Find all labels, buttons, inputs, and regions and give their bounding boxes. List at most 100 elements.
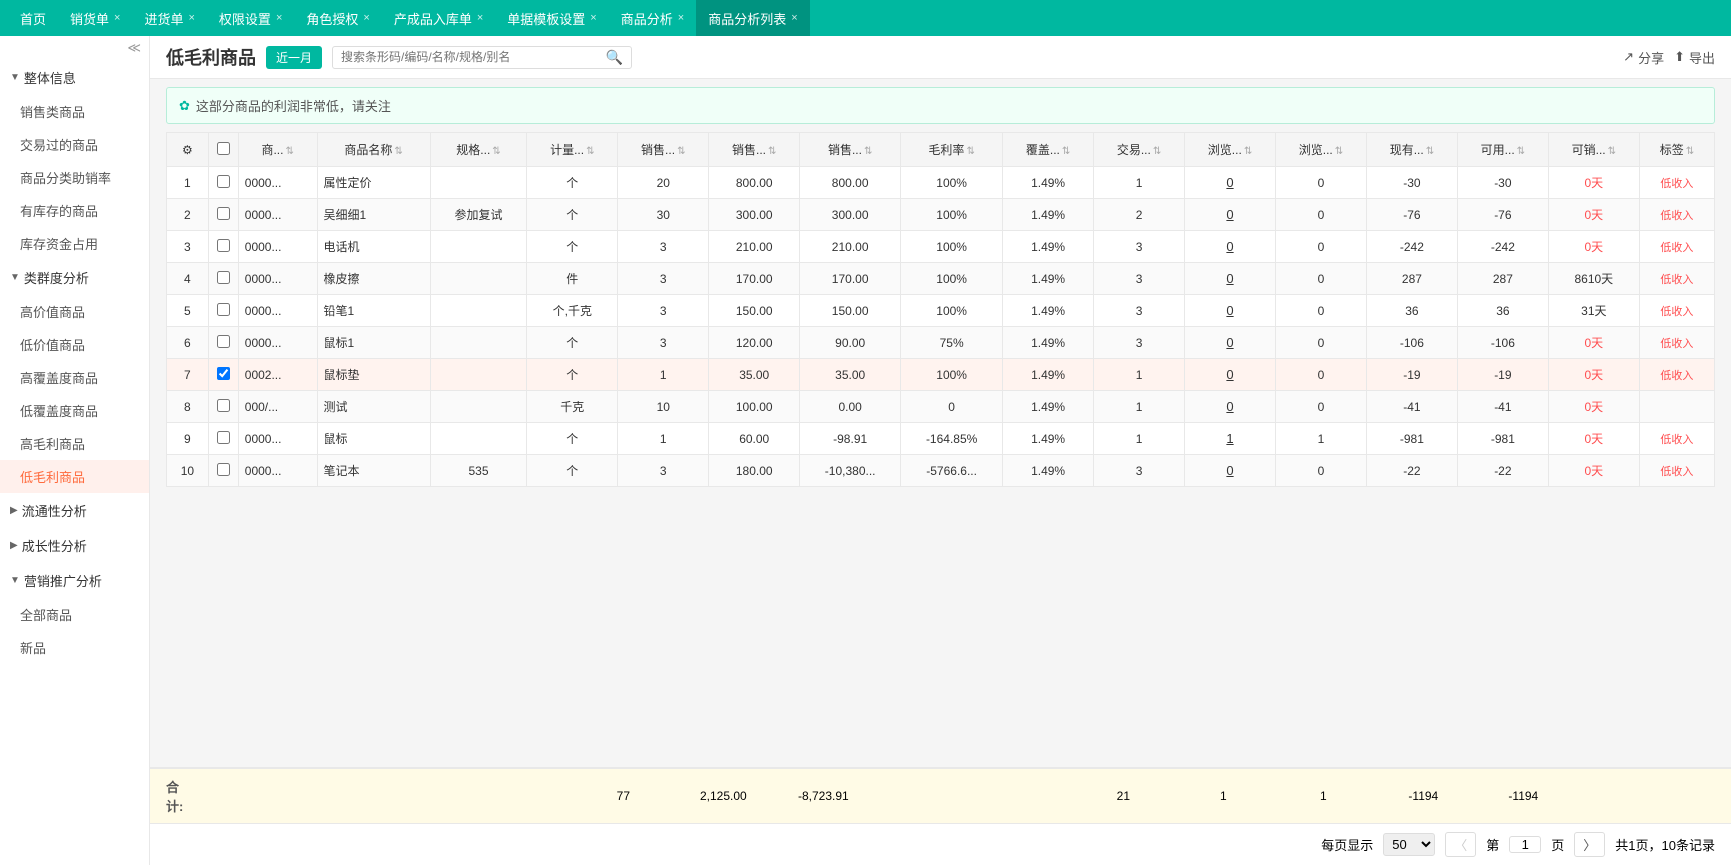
row-views1[interactable]: 0 [1185, 391, 1276, 423]
export-button[interactable]: ⬆ 导出 [1674, 48, 1715, 67]
row-checkbox[interactable] [217, 303, 230, 316]
row-checkbox-cell[interactable] [208, 295, 238, 327]
sidebar-item-high-coverage[interactable]: 高覆盖度商品 [0, 361, 149, 394]
close-icon[interactable]: × [188, 12, 194, 24]
views-link[interactable]: 0 [1226, 175, 1233, 190]
row-checkbox[interactable] [217, 271, 230, 284]
close-icon[interactable]: × [114, 12, 120, 24]
views-link[interactable]: 1 [1226, 431, 1233, 446]
sidebar-group-growth[interactable]: ▶ 成长性分析 [0, 528, 149, 563]
row-checkbox-cell[interactable] [208, 423, 238, 455]
close-icon[interactable]: × [363, 12, 369, 24]
per-page-select[interactable]: 50 100 200 [1383, 833, 1435, 856]
col-saleable[interactable]: 可销...⇅ [1548, 133, 1639, 167]
nav-item-analysis-list[interactable]: 商品分析列表 × [696, 0, 809, 36]
row-views1[interactable]: 0 [1185, 263, 1276, 295]
views-link[interactable]: 0 [1226, 335, 1233, 350]
sidebar-item-low-value[interactable]: 低价值商品 [0, 328, 149, 361]
page-number-input[interactable] [1509, 836, 1541, 853]
close-icon[interactable]: × [477, 12, 483, 24]
close-icon[interactable]: × [276, 12, 282, 24]
sidebar-item-traded[interactable]: 交易过的商品 [0, 128, 149, 161]
sidebar-item-sales-products[interactable]: 销售类商品 [0, 95, 149, 128]
nav-item-product-entry[interactable]: 产成品入库单 × [382, 0, 495, 36]
row-checkbox[interactable] [217, 175, 230, 188]
nav-item-home[interactable]: 首页 [8, 0, 58, 36]
sidebar-group-circulation[interactable]: ▶ 流通性分析 [0, 493, 149, 528]
col-checkbox[interactable] [208, 133, 238, 167]
sidebar-group-marketing[interactable]: ▼ 营销推广分析 [0, 563, 149, 598]
row-checkbox[interactable] [217, 463, 230, 476]
col-name[interactable]: 商品名称⇅ [317, 133, 430, 167]
nav-item-purchase[interactable]: 进货单 × [132, 0, 206, 36]
sidebar-group-cluster[interactable]: ▼ 类群度分析 [0, 260, 149, 295]
col-gross-margin[interactable]: 毛利率⇅ [901, 133, 1003, 167]
col-views1[interactable]: 浏览...⇅ [1185, 133, 1276, 167]
col-sales-qty[interactable]: 销售...⇅ [618, 133, 709, 167]
close-icon[interactable]: × [791, 12, 797, 24]
row-checkbox[interactable] [217, 239, 230, 252]
row-checkbox-cell[interactable] [208, 359, 238, 391]
sidebar-collapse-btn[interactable]: ≪ [0, 36, 149, 60]
prev-page-button[interactable]: 〈 [1445, 832, 1476, 857]
row-views1[interactable]: 0 [1185, 167, 1276, 199]
row-views1[interactable]: 0 [1185, 295, 1276, 327]
search-input[interactable] [341, 50, 606, 64]
views-link[interactable]: 0 [1226, 239, 1233, 254]
period-button[interactable]: 近一月 [266, 46, 322, 69]
nav-item-permission[interactable]: 权限设置 × [207, 0, 294, 36]
row-views1[interactable]: 0 [1185, 455, 1276, 487]
col-sales-price[interactable]: 销售...⇅ [709, 133, 800, 167]
row-views1[interactable]: 0 [1185, 359, 1276, 391]
sidebar-item-all-products[interactable]: 全部商品 [0, 598, 149, 631]
row-checkbox-cell[interactable] [208, 455, 238, 487]
col-views2[interactable]: 浏览...⇅ [1275, 133, 1366, 167]
views-link[interactable]: 0 [1226, 367, 1233, 382]
sidebar-item-in-stock[interactable]: 有库存的商品 [0, 194, 149, 227]
sidebar-item-high-value[interactable]: 高价值商品 [0, 295, 149, 328]
share-button[interactable]: ↗ 分享 [1623, 48, 1664, 67]
row-checkbox-cell[interactable] [208, 231, 238, 263]
sidebar-item-low-coverage[interactable]: 低覆盖度商品 [0, 394, 149, 427]
col-code[interactable]: 商...⇅ [238, 133, 317, 167]
views-link[interactable]: 0 [1226, 399, 1233, 414]
next-page-button[interactable]: 〉 [1574, 832, 1605, 857]
row-checkbox[interactable] [217, 335, 230, 348]
col-settings[interactable]: ⚙ [167, 133, 209, 167]
views-link[interactable]: 0 [1226, 271, 1233, 286]
search-icon[interactable]: 🔍 [606, 49, 623, 66]
row-checkbox-cell[interactable] [208, 327, 238, 359]
sidebar-group-overall[interactable]: ▼ 整体信息 [0, 60, 149, 95]
row-checkbox-cell[interactable] [208, 167, 238, 199]
row-checkbox[interactable] [217, 431, 230, 444]
sidebar-item-low-margin[interactable]: 低毛利商品 [0, 460, 149, 493]
views-link[interactable]: 0 [1226, 463, 1233, 478]
nav-item-template[interactable]: 单据模板设置 × [495, 0, 608, 36]
views-link[interactable]: 0 [1226, 207, 1233, 222]
row-checkbox-cell[interactable] [208, 391, 238, 423]
sidebar-item-high-margin[interactable]: 高毛利商品 [0, 427, 149, 460]
row-views1[interactable]: 0 [1185, 231, 1276, 263]
col-coverage[interactable]: 覆盖...⇅ [1003, 133, 1094, 167]
row-checkbox[interactable] [217, 207, 230, 220]
close-icon[interactable]: × [590, 12, 596, 24]
row-views1[interactable]: 1 [1185, 423, 1276, 455]
col-unit[interactable]: 计量...⇅ [527, 133, 618, 167]
row-checkbox[interactable] [217, 367, 230, 380]
sidebar-item-capital[interactable]: 库存资金占用 [0, 227, 149, 260]
col-current-stock[interactable]: 现有...⇅ [1366, 133, 1457, 167]
views-link[interactable]: 0 [1226, 303, 1233, 318]
row-views1[interactable]: 0 [1185, 327, 1276, 359]
close-icon[interactable]: × [678, 12, 684, 24]
row-checkbox-cell[interactable] [208, 199, 238, 231]
col-available[interactable]: 可用...⇅ [1457, 133, 1548, 167]
row-checkbox-cell[interactable] [208, 263, 238, 295]
nav-item-analysis[interactable]: 商品分析 × [609, 0, 696, 36]
row-views1[interactable]: 0 [1185, 199, 1276, 231]
sidebar-item-category-rate[interactable]: 商品分类助销率 [0, 161, 149, 194]
select-all-checkbox[interactable] [217, 142, 230, 155]
col-transactions[interactable]: 交易...⇅ [1094, 133, 1185, 167]
col-sales-profit[interactable]: 销售...⇅ [800, 133, 901, 167]
sidebar-item-new-products[interactable]: 新品 [0, 631, 149, 664]
col-tag[interactable]: 标签⇅ [1639, 133, 1714, 167]
